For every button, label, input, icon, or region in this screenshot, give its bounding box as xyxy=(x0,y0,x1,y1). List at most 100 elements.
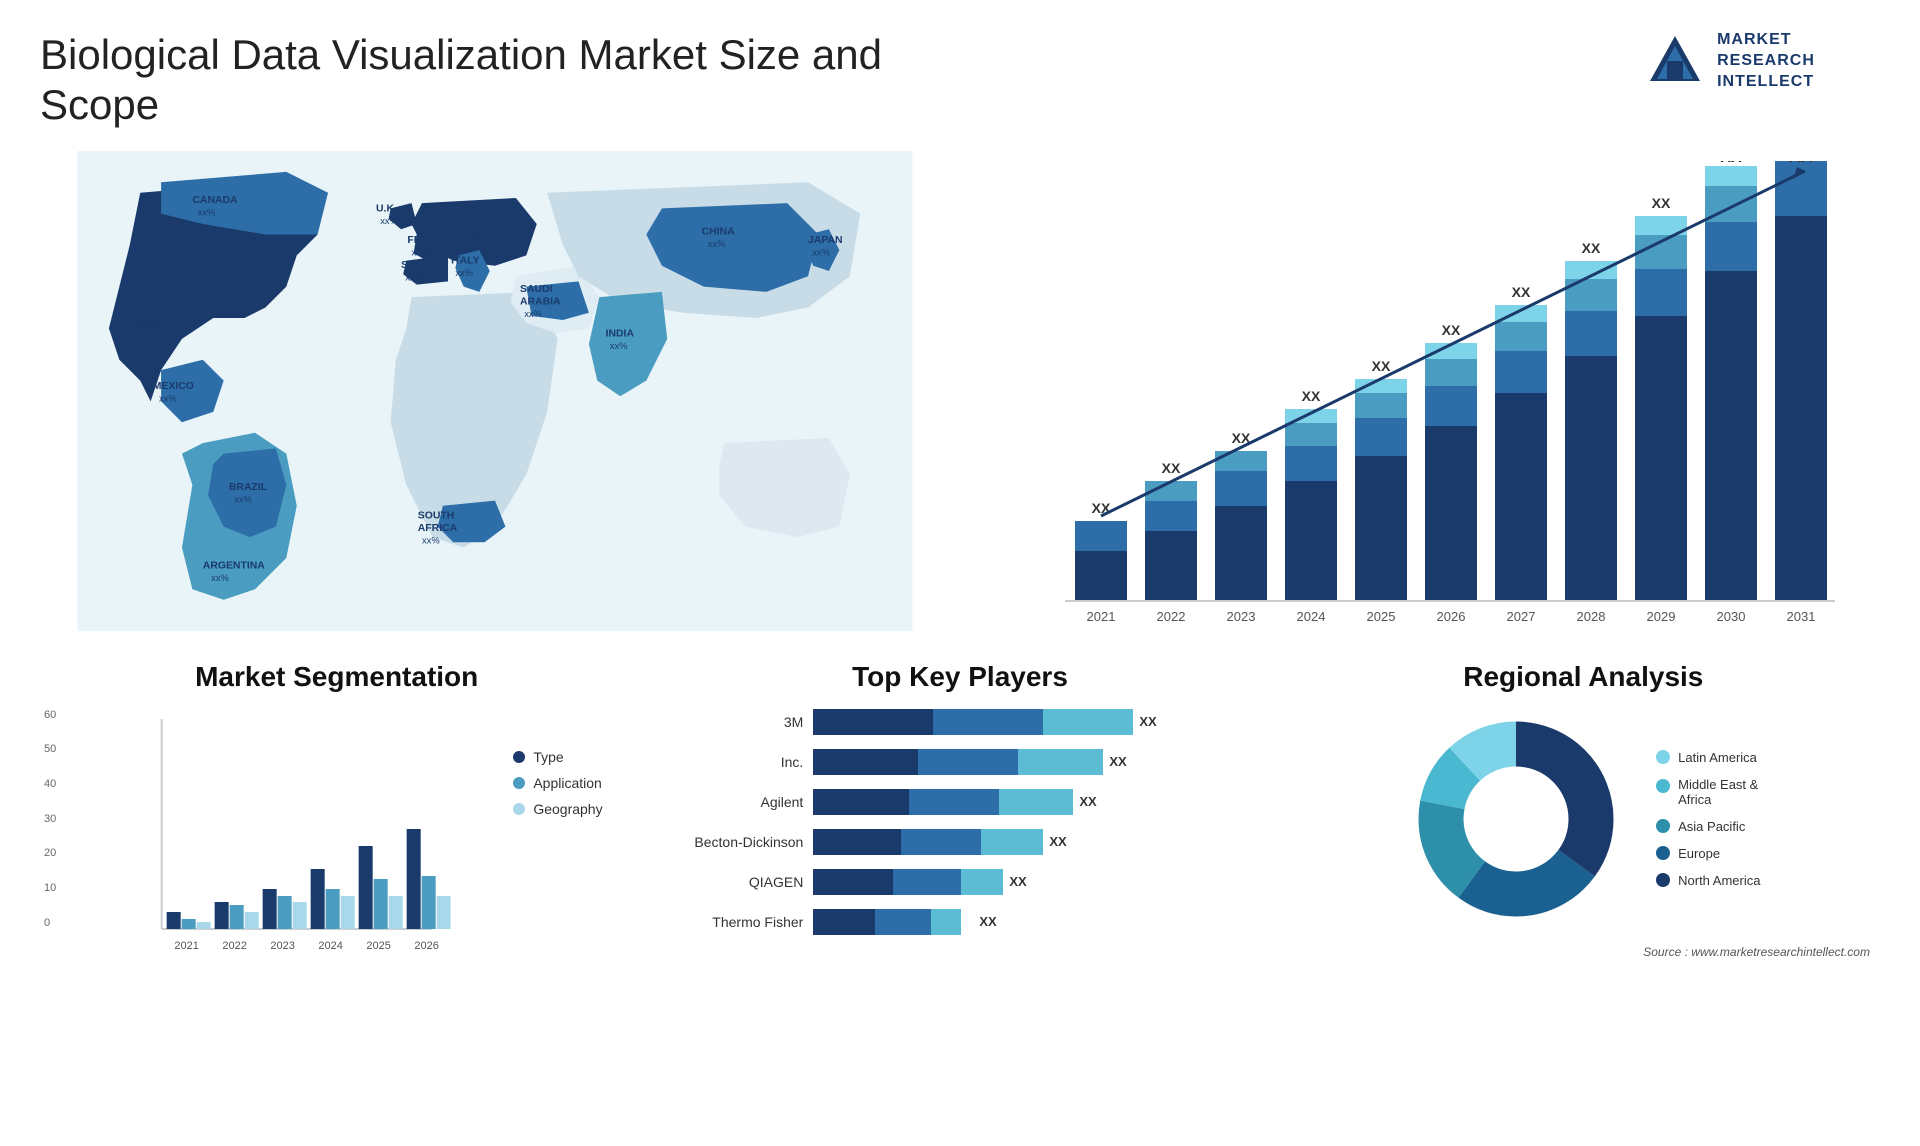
mea-label: Middle East &Africa xyxy=(1678,777,1758,807)
south-africa-label: SOUTH xyxy=(418,510,454,521)
regional-item-na: North America xyxy=(1656,873,1760,888)
china-label: CHINA xyxy=(702,226,735,237)
map-section: CANADA xx% U.S. xx% MEXICO xx% BRAZIL xx… xyxy=(40,151,950,651)
svg-text:2024: 2024 xyxy=(1297,609,1326,624)
svg-text:2024: 2024 xyxy=(318,940,342,952)
player-row-becton: Becton-Dickinson XX xyxy=(663,829,1256,855)
regional-donut xyxy=(1406,709,1626,929)
player-name-inc: Inc. xyxy=(663,754,803,770)
geography-dot xyxy=(513,803,525,815)
svg-text:xx%: xx% xyxy=(198,206,216,217)
uk-label: U.K. xyxy=(376,203,397,214)
regional-item-mea: Middle East &Africa xyxy=(1656,777,1760,807)
mexico-label: MEXICO xyxy=(153,381,194,392)
france-label: FRANCE xyxy=(407,235,450,246)
svg-text:xx%: xx% xyxy=(159,392,177,403)
svg-text:xx%: xx% xyxy=(455,267,473,278)
regional-item-apac: Asia Pacific xyxy=(1656,819,1760,834)
svg-text:ARABIA: ARABIA xyxy=(520,296,561,307)
application-label: Application xyxy=(533,775,602,791)
player-val-qiagen: XX xyxy=(1009,874,1026,889)
svg-text:xx%: xx% xyxy=(234,493,252,504)
svg-text:xx%: xx% xyxy=(211,572,229,583)
india-label: INDIA xyxy=(606,329,635,340)
type-label: Type xyxy=(533,749,563,765)
geography-label: Geography xyxy=(533,801,602,817)
player-val-agilent: XX xyxy=(1079,794,1096,809)
segmentation-title: Market Segmentation xyxy=(40,661,633,693)
svg-text:2021: 2021 xyxy=(1087,609,1116,624)
us-label: U.S. xyxy=(135,305,155,316)
svg-text:2026: 2026 xyxy=(1437,609,1466,624)
europe-label: Europe xyxy=(1678,846,1720,861)
key-players-title: Top Key Players xyxy=(663,661,1256,693)
brazil-label: BRAZIL xyxy=(229,482,268,493)
svg-text:2027: 2027 xyxy=(1507,609,1536,624)
spain-label: SPAIN xyxy=(401,260,432,271)
svg-text:xx%: xx% xyxy=(412,246,430,257)
logo-box: MARKETRESEARCHINTELLECT xyxy=(1645,30,1815,92)
player-row-qiagen: QIAGEN XX xyxy=(663,869,1256,895)
svg-text:2031: 2031 xyxy=(1787,609,1816,624)
svg-text:XX: XX xyxy=(1652,195,1671,211)
svg-text:xx%: xx% xyxy=(610,340,628,351)
logo-icon xyxy=(1645,31,1705,91)
svg-text:xx%: xx% xyxy=(812,246,830,257)
svg-text:XX: XX xyxy=(1720,161,1742,166)
svg-text:2030: 2030 xyxy=(1717,609,1746,624)
world-map: CANADA xx% U.S. xx% MEXICO xx% BRAZIL xx… xyxy=(40,151,950,631)
svg-text:2025: 2025 xyxy=(1367,609,1396,624)
svg-text:2026: 2026 xyxy=(414,940,438,952)
saudi-label: SAUDI xyxy=(520,284,553,295)
player-row-thermo: Thermo Fisher XX xyxy=(663,909,1256,935)
svg-text:xx%: xx% xyxy=(405,271,423,282)
seg-legend-application: Application xyxy=(513,775,633,791)
bar-seg3 xyxy=(1043,709,1133,735)
key-players-section: Top Key Players 3M XX Inc. xyxy=(663,661,1256,974)
type-dot xyxy=(513,751,525,763)
svg-text:xx%: xx% xyxy=(422,534,440,545)
player-name-thermo: Thermo Fisher xyxy=(663,914,803,930)
player-val-thermo: XX xyxy=(979,914,996,929)
svg-text:xx%: xx% xyxy=(524,308,542,319)
seg-legend-geography: Geography xyxy=(513,801,633,817)
germany-label: GERMANY xyxy=(460,218,513,229)
svg-text:XX: XX xyxy=(1512,284,1531,300)
svg-text:xx%: xx% xyxy=(380,215,398,226)
north-america-label: North America xyxy=(1678,873,1760,888)
svg-text:xx%: xx% xyxy=(138,316,156,327)
svg-text:XX: XX xyxy=(1162,460,1181,476)
player-name-3m: 3M xyxy=(663,714,803,730)
svg-text:xx%: xx% xyxy=(466,229,484,240)
header: Biological Data Visualization Market Siz… xyxy=(0,0,1920,151)
logo-area: MARKETRESEARCHINTELLECT xyxy=(1580,30,1880,92)
logo-text: MARKETRESEARCHINTELLECT xyxy=(1717,30,1815,92)
player-val-3m: XX xyxy=(1139,714,1156,729)
player-row-inc: Inc. XX xyxy=(663,749,1256,775)
player-val-inc: XX xyxy=(1109,754,1126,769)
svg-text:2022: 2022 xyxy=(222,940,246,952)
regional-title: Regional Analysis xyxy=(1287,661,1880,693)
svg-text:xx%: xx% xyxy=(708,238,726,249)
apac-label: Asia Pacific xyxy=(1678,819,1745,834)
latin-america-label: Latin America xyxy=(1678,750,1757,765)
canada-label: CANADA xyxy=(192,195,238,206)
source-text: Source : www.marketresearchintellect.com xyxy=(1287,945,1880,959)
svg-text:2025: 2025 xyxy=(366,940,390,952)
svg-text:XX: XX xyxy=(1582,240,1601,256)
player-name-qiagen: QIAGEN xyxy=(663,874,803,890)
svg-text:2022: 2022 xyxy=(1157,609,1186,624)
page-title: Biological Data Visualization Market Siz… xyxy=(40,30,940,131)
bar-seg1 xyxy=(813,709,933,735)
regional-item-latin: Latin America xyxy=(1656,750,1760,765)
svg-text:2023: 2023 xyxy=(1227,609,1256,624)
argentina-label: ARGENTINA xyxy=(203,560,265,571)
player-row-3m: 3M XX xyxy=(663,709,1256,735)
player-name-becton: Becton-Dickinson xyxy=(663,834,803,850)
growth-chart-section: XX XX XX XX XX xyxy=(970,151,1880,651)
svg-text:2021: 2021 xyxy=(174,940,198,952)
svg-text:XX: XX xyxy=(1442,322,1461,338)
svg-text:XX: XX xyxy=(1302,388,1321,404)
svg-text:AFRICA: AFRICA xyxy=(418,523,458,534)
svg-text:2023: 2023 xyxy=(270,940,294,952)
